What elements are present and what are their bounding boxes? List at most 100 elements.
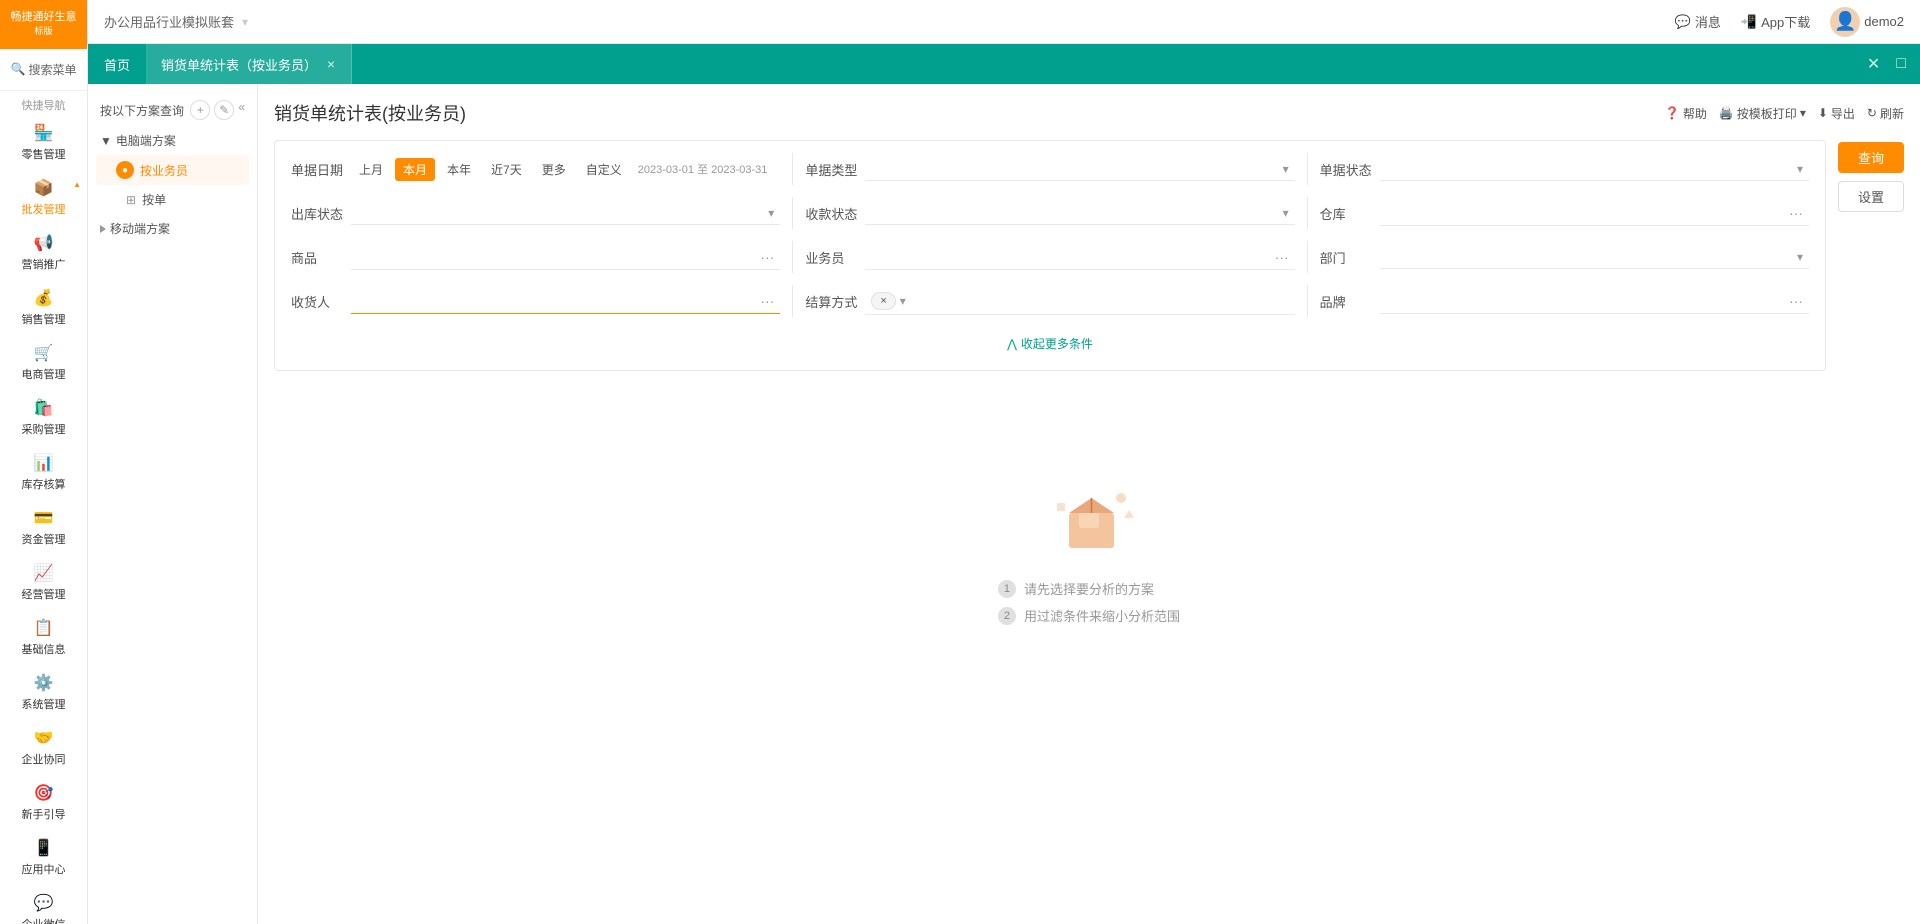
pc-scheme-header[interactable]: ▼ 电脑端方案 <box>96 126 249 155</box>
sidebar-item-newbie[interactable]: 🎯 新手引导 <box>0 775 87 830</box>
settle-tag-close[interactable]: × <box>880 295 886 307</box>
purchase-label: 采购管理 <box>22 421 66 437</box>
tab-close-window-button[interactable]: ✕ <box>1863 50 1884 78</box>
newbie-label: 新手引导 <box>22 806 66 822</box>
filter-settle-field: 结算方式 × ▾ <box>805 288 1294 315</box>
pc-scheme-group: ▼ 电脑端方案 ● 按业务员 ⊞ 按单 <box>88 126 257 214</box>
tab-current[interactable]: 销货单统计表（按业务员） × <box>147 44 352 84</box>
retail-label: 零售管理 <box>22 146 66 162</box>
warehouse-input[interactable] <box>1386 206 1785 220</box>
add-scheme-button[interactable]: + <box>190 100 210 120</box>
brand-input-wrap[interactable]: ··· <box>1380 289 1809 314</box>
recipient-input-wrap[interactable]: ··· <box>351 289 780 314</box>
sales-icon: 💰 <box>34 288 54 308</box>
outstatus-input[interactable] <box>357 206 764 220</box>
warehouse-more-icon[interactable]: ··· <box>1789 205 1803 221</box>
message-button[interactable]: 💬 消息 <box>1675 12 1721 31</box>
recipient-more-icon[interactable]: ··· <box>760 293 774 309</box>
panel-header-actions: + ✎ « <box>190 100 245 120</box>
date-tab-last-month[interactable]: 上月 <box>351 158 391 181</box>
collapse-more-button[interactable]: ⋀ 收起更多条件 <box>291 329 1809 358</box>
date-tab-this-year[interactable]: 本年 <box>439 158 479 181</box>
sidebar-item-ecom[interactable]: 🛒 电商管理 <box>0 335 87 390</box>
salesman-input[interactable] <box>871 250 1270 264</box>
filter-divider-7 <box>792 285 793 317</box>
doctype-input-wrap[interactable]: ▾ <box>865 158 1294 181</box>
page-title: 销货单统计表(按业务员) <box>274 100 466 126</box>
sidebar-item-retail[interactable]: 🏪 零售管理 <box>0 115 87 170</box>
dept-input[interactable] <box>1386 250 1793 264</box>
goods-label: 商品 <box>291 248 351 267</box>
outstatus-dropdown-icon[interactable]: ▾ <box>768 206 774 220</box>
action-section: 查询 设置 <box>1838 140 1904 212</box>
outstatus-input-wrap[interactable]: ▾ <box>351 202 780 225</box>
export-button[interactable]: ⬇ 导出 <box>1818 105 1855 122</box>
docstatus-input-wrap[interactable]: ▾ <box>1380 158 1809 181</box>
date-label: 单据日期 <box>291 160 351 179</box>
edit-scheme-button[interactable]: ✎ <box>214 100 234 120</box>
tab-home[interactable]: 首页 <box>88 44 147 84</box>
salesman-input-wrap[interactable]: ··· <box>865 245 1294 270</box>
sidebar-item-wechat[interactable]: 💬 企业微信 <box>0 885 87 924</box>
sidebar-item-finance[interactable]: 💳 资金管理 <box>0 500 87 555</box>
collectstatus-input[interactable] <box>871 206 1278 220</box>
goods-input-wrap[interactable]: ··· <box>351 245 780 270</box>
sidebar-item-inventory[interactable]: 📊 库存核算 <box>0 445 87 500</box>
salesman-more-icon[interactable]: ··· <box>1275 249 1289 265</box>
quick-nav-label: 快捷导航 <box>0 91 87 115</box>
tab-close-button[interactable]: × <box>325 54 337 74</box>
sidebar-item-basic[interactable]: 📋 基础信息 <box>0 610 87 665</box>
settle-input-wrap[interactable]: × ▾ <box>865 288 1294 315</box>
dept-dropdown-icon[interactable]: ▾ <box>1797 250 1803 264</box>
sidebar-item-sales[interactable]: 💰 销售管理 <box>0 280 87 335</box>
collapse-panel-button[interactable]: « <box>238 100 245 120</box>
ops-label: 经营管理 <box>22 586 66 602</box>
search-menu-section: 🔍 搜索菜单 <box>0 49 87 91</box>
tip-num-2: 2 <box>998 607 1016 625</box>
date-selector: 上月 本月 本年 近7天 <box>351 158 780 181</box>
app-download-button[interactable]: 📲 App下载 <box>1741 12 1810 31</box>
doctype-input[interactable] <box>871 162 1278 176</box>
sidebar-item-marketing[interactable]: 📢 营销推广 <box>0 225 87 280</box>
sidebar-item-ops[interactable]: 📈 经营管理 <box>0 555 87 610</box>
date-tab-more[interactable]: 更多 <box>534 158 574 181</box>
mobile-scheme-section[interactable]: 移动端方案 <box>88 214 257 243</box>
date-tab-this-month[interactable]: 本月 <box>395 158 435 181</box>
help-button[interactable]: ❓ 帮助 <box>1665 105 1707 122</box>
date-tab-custom[interactable]: 自定义 <box>578 158 630 181</box>
refresh-button[interactable]: ↻ 刷新 <box>1867 105 1904 122</box>
scheme-item-salesman[interactable]: ● 按业务员 <box>96 155 249 185</box>
date-tab-7days[interactable]: 近7天 <box>483 158 530 181</box>
template-print-button[interactable]: 🖨️ 按模板打印 ▾ <box>1719 105 1806 122</box>
scheme-sub-item-order[interactable]: ⊞ 按单 <box>96 185 249 214</box>
filter-outstatus-field: 出库状态 ▾ <box>291 202 780 225</box>
tab-maximize-button[interactable]: □ <box>1892 51 1910 77</box>
docstatus-dropdown-icon[interactable]: ▾ <box>1797 162 1803 176</box>
dept-input-wrap[interactable]: ▾ <box>1380 246 1809 269</box>
goods-input[interactable] <box>357 250 756 264</box>
brand-input[interactable] <box>1386 294 1785 308</box>
settings-button[interactable]: 设置 <box>1838 181 1904 212</box>
goods-more-icon[interactable]: ··· <box>760 249 774 265</box>
docstatus-input[interactable] <box>1386 162 1793 176</box>
sidebar-item-appstore[interactable]: 📱 应用中心 <box>0 830 87 885</box>
sidebar-item-system[interactable]: ⚙️ 系统管理 <box>0 665 87 720</box>
recipient-input[interactable] <box>357 294 756 308</box>
settle-dropdown-icon[interactable]: ▾ <box>900 294 906 308</box>
template-print-label: 按模板打印 <box>1737 105 1797 122</box>
doctype-dropdown-icon[interactable]: ▾ <box>1283 162 1289 176</box>
collectstatus-dropdown-icon[interactable]: ▾ <box>1283 206 1289 220</box>
sidebar-item-coop[interactable]: 🤝 企业协同 <box>0 720 87 775</box>
print-dropdown-icon: ▾ <box>1800 106 1806 120</box>
settle-clear-tag[interactable]: × <box>871 292 895 310</box>
sidebar-item-purchase[interactable]: 🛍️ 采购管理 <box>0 390 87 445</box>
query-button[interactable]: 查询 <box>1838 142 1904 173</box>
brand-more-icon[interactable]: ··· <box>1789 293 1803 309</box>
sidebar-item-wholesale[interactable]: 📦 批发管理 <box>0 170 87 225</box>
collectstatus-input-wrap[interactable]: ▾ <box>865 202 1294 225</box>
help-label: 帮助 <box>1683 105 1707 122</box>
warehouse-input-wrap[interactable]: ··· <box>1380 201 1809 226</box>
search-menu-button[interactable]: 🔍 搜索菜单 <box>6 57 81 82</box>
user-menu-button[interactable]: 👤 demo2 <box>1830 7 1904 37</box>
empty-tip-2: 2 用过滤条件来缩小分析范围 <box>998 606 1180 625</box>
